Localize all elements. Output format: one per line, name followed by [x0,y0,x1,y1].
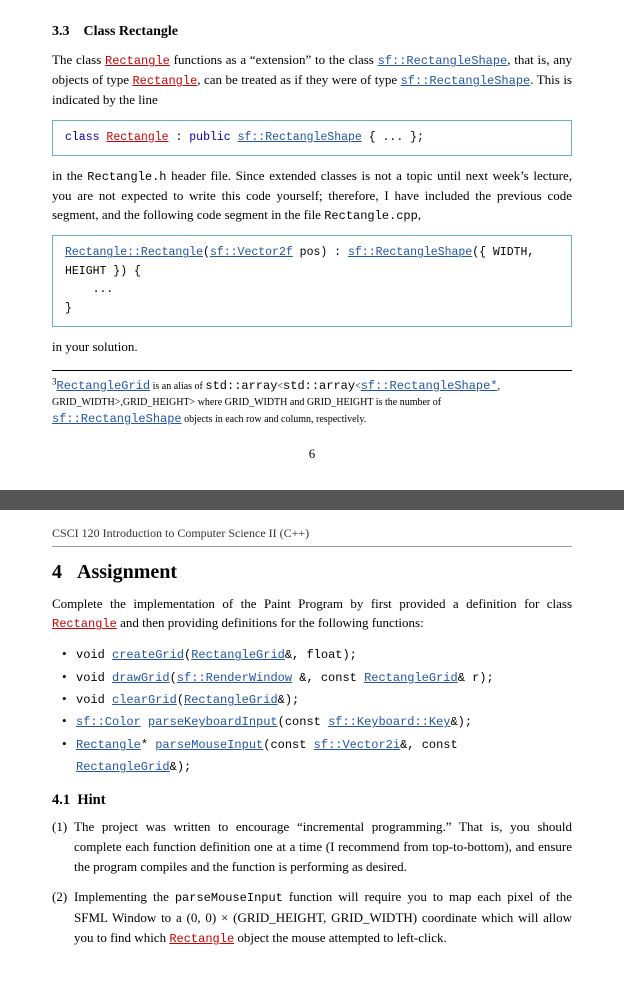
code-constructor: Rectangle::Rectangle [65,246,203,259]
code-vector2f: sf::Vector2f [210,246,293,259]
code-kw-class: class [65,131,100,144]
hint-2-text: Implementing the parseMouseInput functio… [74,889,572,945]
footnote-sf-rectshape: sf::RectangleShape [52,412,182,426]
code-block-2: Rectangle::Rectangle(sf::Vector2f pos) :… [52,235,572,327]
section-num: 3.3 [52,24,70,39]
para1: The class Rectangle functions as a “exte… [52,50,572,110]
hint-item-2: (2) Implementing the parseMouseInput fun… [52,887,572,948]
footnote-text: 3RectangleGrid is an alias of std::array… [52,381,500,425]
footnote-rectanglegrid: RectangleGrid [57,379,151,393]
code-base-call: sf::RectangleShape [348,246,472,259]
code-sf-rectshape: sf::RectangleShape [238,131,362,144]
rectangle-cpp-ref: Rectangle.cpp [324,209,418,223]
section-4-num: 4 [52,561,62,583]
hint-num: 4.1 [52,792,70,808]
func-item-5: Rectangle* parseMouseInput(const sf::Vec… [62,733,572,778]
page-number-6: 6 [52,446,572,462]
parse-mouse-ref: parseMouseInput [175,891,283,905]
rectangle-ref-intro: Rectangle [52,617,117,631]
footnote-rectshape-ptr: sf::RectangleShape* [361,379,498,393]
code-kw-public: public [189,131,230,144]
rectangle-link-1: Rectangle [105,54,170,68]
footnote-stdarray1: std::array [205,379,277,393]
rectshape-link-2: sf::RectangleShape [401,74,531,88]
rectangle-h-ref: Rectangle.h [87,170,166,184]
func-item-2: void drawGrid(sf::RenderWindow &, const … [62,666,572,688]
footnote-stdarray2: std::array [283,379,355,393]
rectangle-link-2: Rectangle [132,74,197,88]
para3: in your solution. [52,337,572,357]
section-title: Class Rectangle [84,24,179,39]
section-4-heading: 4 Assignment [52,561,572,584]
page-container: 3.3 Class Rectangle The class Rectangle … [0,0,624,982]
hint-title: Hint [77,792,105,808]
course-header: CSCI 120 Introduction to Computer Scienc… [52,526,572,547]
bottom-page-section: CSCI 120 Introduction to Computer Scienc… [0,510,624,982]
footnote-area: 3RectangleGrid is an alias of std::array… [52,370,572,427]
hint-item-1: (1) The project was written to encourage… [52,817,572,877]
para2: in the Rectangle.h header file. Since ex… [52,166,572,226]
code-rectangle: Rectangle [106,131,168,144]
hint-list: (1) The project was written to encourage… [52,817,572,949]
hint-2-num: (2) [52,887,67,907]
section-4-1-heading: 4.1 Hint [52,792,572,809]
top-page-section: 3.3 Class Rectangle The class Rectangle … [0,0,624,490]
assignment-intro: Complete the implementation of the Paint… [52,594,572,634]
func-item-1: void createGrid(RectangleGrid&, float); [62,643,572,665]
hint-1-text: The project was written to encourage “in… [74,819,572,874]
rectangle-ref-hint: Rectangle [169,932,234,946]
hint-1-num: (1) [52,817,67,837]
code-block-1: class Rectangle : public sf::RectangleSh… [52,120,572,156]
section-3-3-heading: 3.3 Class Rectangle [52,24,572,40]
func-item-3: void clearGrid(RectangleGrid&); [62,688,572,710]
section-4-title: Assignment [77,561,177,583]
func-item-4: sf::Color parseKeyboardInput(const sf::K… [62,710,572,732]
page-divider [0,490,624,510]
rectshape-link-1: sf::RectangleShape [378,54,508,68]
function-list: void createGrid(RectangleGrid&, float); … [62,643,572,777]
